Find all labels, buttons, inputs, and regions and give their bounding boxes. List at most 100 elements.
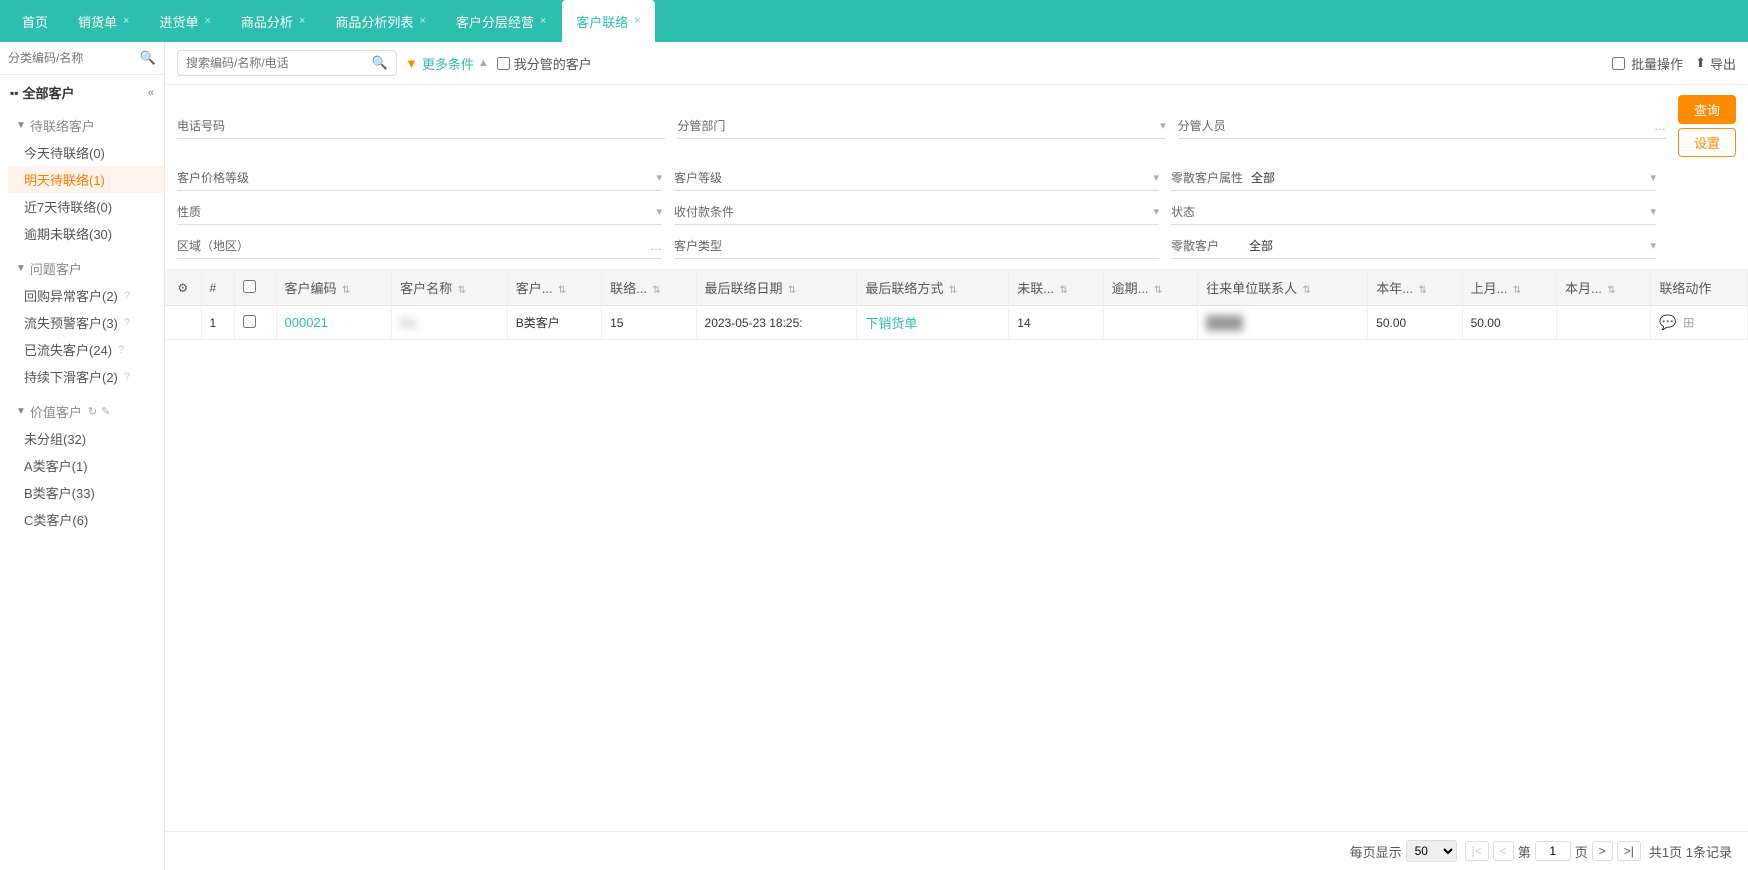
row-contact-count: 15 (602, 306, 696, 340)
content-area: 🔍 ▼ 更多条件 ▲ 我分管的客户 批量操作 ⬆ 导出 (165, 42, 1748, 870)
query-btn[interactable]: 查询 (1678, 95, 1736, 124)
col-last-month[interactable]: 上月... ⇅ (1462, 270, 1556, 306)
col-last-method[interactable]: 最后联络方式 ⇅ (857, 270, 1009, 306)
nav-sales-close[interactable]: × (123, 15, 129, 27)
last-page-btn[interactable]: >| (1617, 841, 1641, 861)
row-name[interactable]: Ea (392, 306, 508, 340)
batch-checkbox[interactable] (1612, 57, 1625, 70)
batch-op-btn[interactable]: 批量操作 (1612, 54, 1683, 73)
nav-goods-analysis[interactable]: 商品分析 × (227, 0, 319, 42)
next-page-btn[interactable]: > (1592, 841, 1613, 861)
sidebar-item-b-class[interactable]: B类客户(33) (8, 479, 164, 506)
nav-purchase-close[interactable]: × (204, 15, 210, 27)
sidebar-item-churned[interactable]: 已流失客户(24) ? (8, 336, 164, 363)
sidebar-all-label: 全部客户 (23, 83, 75, 102)
sidebar-item-overdue[interactable]: 逾期未联络(30) (8, 220, 164, 247)
sort-icon: ⇅ (949, 285, 957, 296)
row-code[interactable]: 000021 (276, 306, 392, 340)
sidebar-item-repurchase-abnormal[interactable]: 回购异常客户(2) ? (8, 282, 164, 309)
filter-retail-attr[interactable]: 零散客户属性 全部 ▾ (1171, 165, 1656, 191)
filter-gender-label: 性质 (177, 203, 247, 220)
col-uncontacted[interactable]: 未联... ⇅ (1009, 270, 1103, 306)
sidebar-item-ungrouped[interactable]: 未分组(32) (8, 425, 164, 452)
filter-row-4: 区域（地区） … 客户类型 零散客户 全部 ▾ (177, 233, 1736, 259)
nav-sales[interactable]: 销货单 × (64, 0, 143, 42)
sidebar-all-customers[interactable]: ▪▪ 全部客户 « (0, 75, 164, 108)
set-btn[interactable]: 设置 (1678, 128, 1736, 157)
filter-retail-customer-value: 全部 (1249, 237, 1646, 254)
per-page-select[interactable]: 50 100 (1406, 840, 1457, 862)
filter-manager-label: 分管人员 (1178, 117, 1248, 134)
filter-payment[interactable]: 收付款条件 ▾ (674, 199, 1159, 225)
col-last-date[interactable]: 最后联络日期 ⇅ (696, 270, 857, 306)
filter-retail-customer[interactable]: 零散客户 全部 ▾ (1171, 233, 1656, 259)
col-code[interactable]: 客户编码 ⇅ (276, 270, 392, 306)
refresh-icon[interactable]: ↻ (88, 405, 97, 418)
col-unit-contact[interactable]: 往来单位联系人 ⇅ (1198, 270, 1368, 306)
filter-dept[interactable]: 分管部门 ▾ (677, 113, 1165, 139)
filter-price-level[interactable]: 客户价格等级 ▾ (177, 165, 662, 191)
chevron-down-icon: ▾ (656, 171, 662, 184)
export-btn[interactable]: ⬆ 导出 (1695, 54, 1736, 73)
row-last-method[interactable]: 下销货单 (857, 306, 1009, 340)
sidebar-value-group: ▼ 价值客户 ↻ ✎ 未分组(32) A类客户(1) B类客户(33) C类客户… (0, 394, 164, 537)
filter-dept-label: 分管部门 (677, 117, 747, 134)
col-this-year[interactable]: 本年... ⇅ (1368, 270, 1462, 306)
sidebar-item-today[interactable]: 今天待联络(0) (8, 139, 164, 166)
contact-action-icon[interactable]: 💬 (1659, 314, 1676, 331)
nav-goods-list-close[interactable]: × (419, 15, 425, 27)
col-checkbox[interactable] (234, 270, 276, 306)
col-gear[interactable]: ⚙ (165, 270, 201, 306)
toolbar-search-icon[interactable]: 🔍 (372, 55, 388, 71)
sidebar-item-7days[interactable]: 近7天待联络(0) (8, 193, 164, 220)
col-this-month[interactable]: 本月... ⇅ (1557, 270, 1651, 306)
more-conditions-btn[interactable]: ▼ 更多条件 ▲ (405, 54, 489, 73)
sidebar-pending-label[interactable]: ▼ 待联络客户 (8, 112, 164, 139)
filter-panel: 电话号码 分管部门 ▾ 分管人员 … 查询 设置 (165, 85, 1748, 270)
sidebar-search-icon[interactable]: 🔍 (140, 50, 156, 66)
more-action-icon[interactable]: ⊞ (1683, 314, 1695, 331)
filter-customer-type[interactable]: 客户类型 (674, 233, 1159, 259)
col-name[interactable]: 客户名称 ⇅ (392, 270, 508, 306)
filter-row-1: 电话号码 分管部门 ▾ 分管人员 … 查询 设置 (177, 95, 1736, 157)
filter-customer-level[interactable]: 客户等级 ▾ (674, 165, 1159, 191)
sidebar-item-a-class[interactable]: A类客户(1) (8, 452, 164, 479)
row-select-checkbox[interactable] (243, 315, 256, 328)
sidebar-item-c-class[interactable]: C类客户(6) (8, 506, 164, 533)
filter-manager[interactable]: 分管人员 … (1178, 113, 1666, 139)
sidebar-item-declining[interactable]: 持续下滑客户(2) ? (8, 363, 164, 390)
col-type[interactable]: 客户... ⇅ (507, 270, 601, 306)
filter-status[interactable]: 状态 ▾ (1171, 199, 1656, 225)
prev-page-btn[interactable]: < (1493, 841, 1514, 861)
nav-customer-tier-close[interactable]: × (540, 15, 546, 27)
row-last-date: 2023-05-23 18:25: (696, 306, 857, 340)
row-uncontacted: 14 (1009, 306, 1103, 340)
select-all-checkbox[interactable] (243, 280, 256, 293)
nav-goods-analysis-close[interactable]: × (299, 15, 305, 27)
row-action: 💬 ⊞ (1651, 306, 1748, 340)
sidebar-item-tomorrow[interactable]: 明天待联络(1) (8, 166, 164, 193)
nav-customer-tier[interactable]: 客户分层经营 × (442, 0, 560, 42)
nav-home[interactable]: 首页 (8, 0, 62, 42)
sidebar-problem-label[interactable]: ▼ 问题客户 (8, 255, 164, 282)
my-customers-checkbox[interactable] (497, 57, 510, 70)
row-checkbox[interactable] (234, 306, 276, 340)
filter-gender[interactable]: 性质 ▾ (177, 199, 662, 225)
col-overdue[interactable]: 逾期... ⇅ (1103, 270, 1197, 306)
col-contact-count[interactable]: 联络... ⇅ (602, 270, 696, 306)
nav-customer-contact[interactable]: 客户联络 × (562, 0, 654, 42)
edit-icon[interactable]: ✎ (101, 405, 110, 418)
filter-region[interactable]: 区域（地区） … (177, 233, 662, 259)
page-input[interactable] (1535, 841, 1571, 861)
sort-icon: ⇅ (1418, 285, 1426, 296)
toolbar-search-input[interactable] (186, 56, 368, 70)
nav-customer-contact-close[interactable]: × (634, 15, 640, 27)
sidebar-search-input[interactable] (8, 51, 140, 65)
arrow-icon: ▼ (16, 120, 26, 131)
nav-purchase[interactable]: 进货单 × (145, 0, 224, 42)
sidebar-value-label[interactable]: ▼ 价值客户 ↻ ✎ (8, 398, 164, 425)
first-page-btn[interactable]: |< (1465, 841, 1489, 861)
sidebar-item-churn-warning[interactable]: 流失预警客户(3) ? (8, 309, 164, 336)
my-customers-checkbox-label[interactable]: 我分管的客户 (497, 54, 592, 73)
nav-goods-list[interactable]: 商品分析列表 × (321, 0, 439, 42)
